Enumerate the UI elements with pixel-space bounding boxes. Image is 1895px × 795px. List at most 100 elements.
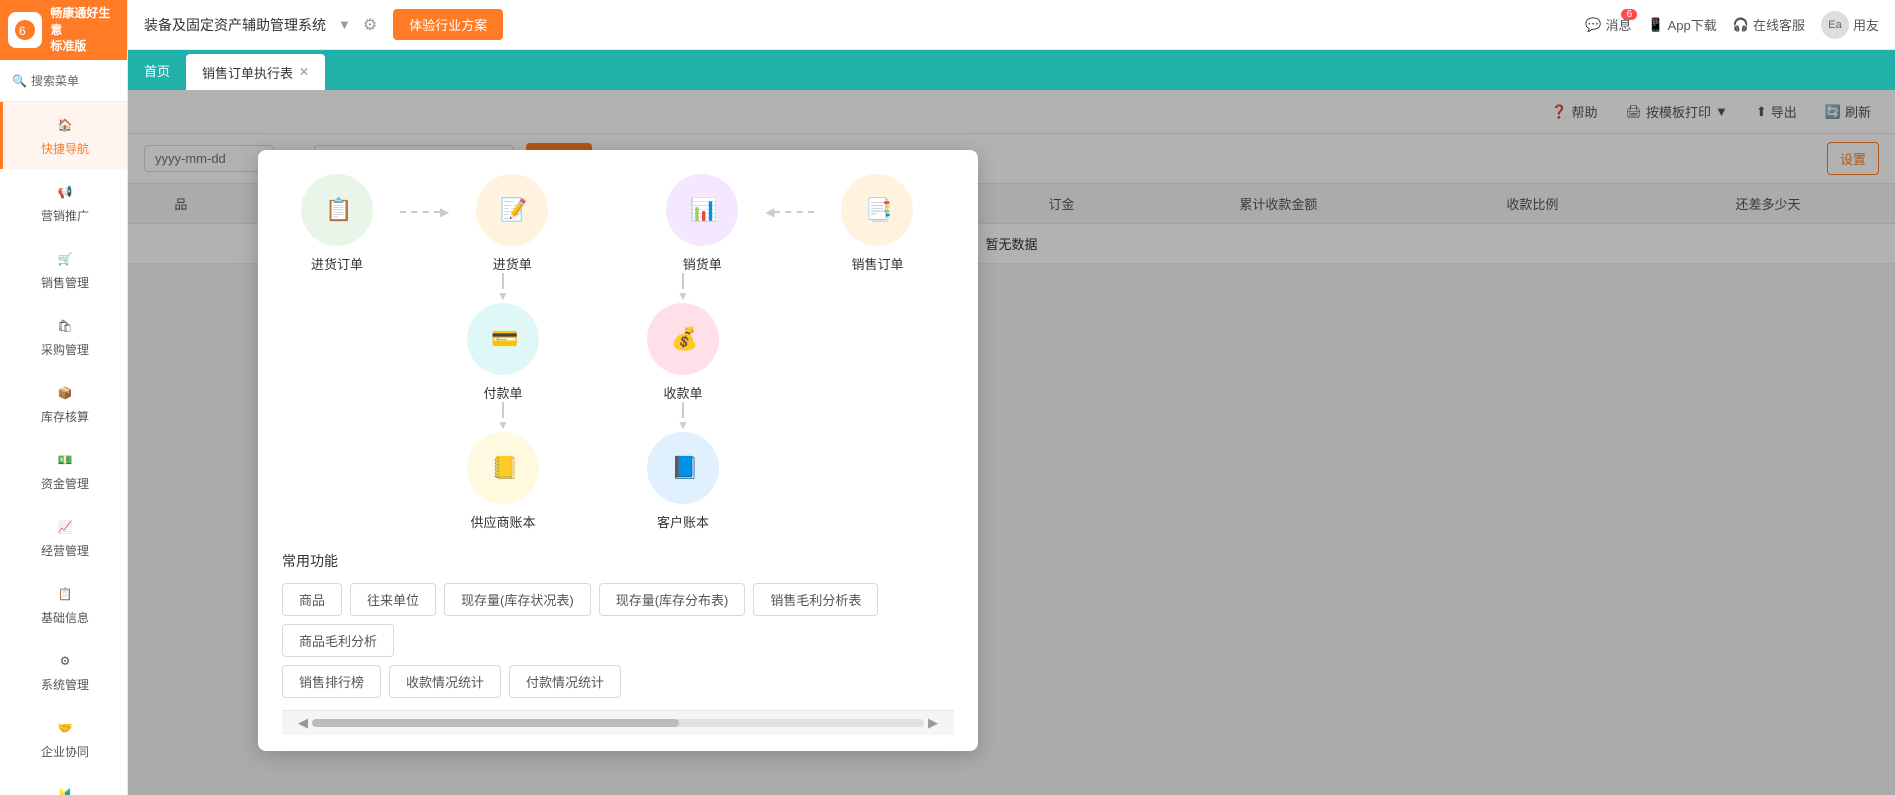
sidebar-item-purchase[interactable]: 🛍 采购管理 (0, 303, 127, 370)
purchase-order-icon: 📋 (301, 174, 373, 246)
headset-icon: 🎧 (1733, 17, 1749, 33)
flow-row-2: 💳 付款单 💰 收款单 (282, 303, 954, 402)
flow-node-receipt[interactable]: 💰 收款单 (628, 303, 738, 402)
flow-row-3: 📒 供应商账本 📘 客户账本 (282, 432, 954, 531)
flow-row-1: 📋 进货订单 ▶ 📝 (282, 174, 954, 273)
common-functions: 常用功能 商品 往来单位 现存量(库存状况表) 现存量(库存分布表) 销售毛利分… (282, 551, 954, 698)
func-btn-stock-status[interactable]: 现存量(库存状况表) (444, 583, 591, 616)
sidebar: 6 畅康通好生意 标准版 🔍 快捷导航 搜索菜单 🏠 快捷导航 📢 营销推广 (0, 0, 128, 795)
logo-icon: 6 (8, 12, 42, 48)
search-icon: 🔍 (12, 74, 27, 88)
logo-text: 畅康通好生意 标准版 (50, 5, 119, 55)
try-industry-button[interactable]: 体验行业方案 (393, 9, 503, 40)
svg-text:📑: 📑 (865, 197, 892, 222)
svg-text:📊: 📊 (690, 197, 717, 222)
settings-icon[interactable]: ⚙ (363, 15, 377, 35)
tab-close-icon[interactable]: ✕ (299, 65, 309, 79)
system-dropdown[interactable]: ▼ (338, 17, 351, 32)
sidebar-item-operations[interactable]: 📈 经营管理 (0, 504, 127, 571)
online-service-label: 在线客服 (1753, 15, 1805, 34)
message-item[interactable]: 💬 消息 6 (1585, 15, 1631, 34)
flow-node-sales-order[interactable]: 📑 销售订单 (822, 174, 932, 273)
down-arrow-sales: ▼ (628, 273, 738, 303)
func-btn-product[interactable]: 商品 (282, 583, 342, 616)
home-icon: 🏠 (54, 114, 76, 136)
down-arrow-receipt: ▼ (628, 402, 738, 432)
online-service-item[interactable]: 🎧 在线客服 (1733, 15, 1805, 34)
sidebar-item-finance[interactable]: 💵 资金管理 (0, 437, 127, 504)
sidebar-nav: 🏠 快捷导航 📢 营销推广 🛒 销售管理 🛍 采购管理 📦 库存核算 💵 (0, 102, 127, 795)
flow-node-customer-ledger[interactable]: 📘 客户账本 (628, 432, 738, 531)
svg-text:📒: 📒 (491, 455, 518, 480)
sidebar-item-basic-info[interactable]: 📋 基础信息 (0, 571, 127, 638)
customer-ledger-icon: 📘 (647, 432, 719, 504)
svg-text:💳: 💳 (491, 326, 518, 351)
app-download-item[interactable]: 📱 App下载 (1647, 15, 1716, 34)
purchase-icon-flow: 📝 (476, 174, 548, 246)
content-area: ❓ 帮助 🖨 按模板打印 ▼ ⬆ 导出 🔄 刷新 (128, 90, 1895, 795)
tabbar: 首页 销售订单执行表 ✕ (128, 50, 1895, 90)
supplier-ledger-icon: 📒 (467, 432, 539, 504)
system-icon: ⚙ (54, 650, 76, 672)
svg-text:💰: 💰 (671, 326, 698, 352)
message-icon: 💬 (1585, 17, 1601, 33)
flow-down-arrows: ▼ ▼ (282, 273, 954, 303)
sidebar-item-system[interactable]: ⚙ 系统管理 (0, 638, 127, 705)
user-name: 用友 (1853, 15, 1879, 34)
app-download-label: App下载 (1668, 15, 1717, 34)
flow-node-sales[interactable]: 📊 销货单 (647, 174, 757, 273)
flow-node-purchase[interactable]: 📝 进货单 (457, 174, 567, 273)
sales-order-icon-flow: 📑 (841, 174, 913, 246)
scroll-left-arrow[interactable]: ◀ (294, 715, 312, 731)
sidebar-search[interactable]: 🔍 快捷导航 搜索菜单 (0, 60, 127, 102)
sidebar-item-inventory[interactable]: 📦 库存核算 (0, 370, 127, 437)
down-arrow-payment: ▼ (448, 402, 558, 432)
func-buttons: 商品 往来单位 现存量(库存状况表) 现存量(库存分布表) 销售毛利分析表 商品… (282, 583, 954, 657)
sidebar-item-guide[interactable]: 🔰 新手引导 (0, 772, 127, 795)
func-btn-receipt-stats[interactable]: 收款情况统计 (389, 665, 501, 698)
func-btn-stock-dist[interactable]: 现存量(库存分布表) (599, 583, 746, 616)
guide-icon: 🔰 (54, 784, 76, 795)
tab-sales-order[interactable]: 销售订单执行表 ✕ (186, 54, 325, 90)
func-btn-payment-stats[interactable]: 付款情况统计 (509, 665, 621, 698)
func-btn-product-gross[interactable]: 商品毛利分析 (282, 624, 394, 657)
sidebar-logo: 6 畅康通好生意 标准版 (0, 0, 127, 60)
svg-text:📋: 📋 (325, 197, 352, 222)
scrollbar-track[interactable] (312, 719, 924, 727)
payment-icon-flow: 💳 (467, 303, 539, 375)
tab-home[interactable]: 首页 (128, 50, 186, 90)
sidebar-item-marketing[interactable]: 📢 营销推广 (0, 169, 127, 236)
func-btn-contacts[interactable]: 往来单位 (350, 583, 436, 616)
sidebar-item-sales[interactable]: 🛒 销售管理 (0, 236, 127, 303)
svg-text:📝: 📝 (500, 197, 527, 222)
inventory-icon: 📦 (54, 382, 76, 404)
user-item[interactable]: Ea 用友 (1821, 11, 1879, 39)
sales-icon-flow: 📊 (666, 174, 738, 246)
arrow-left-1: ◀ (757, 205, 822, 243)
operations-icon: 📈 (54, 516, 76, 538)
flow-node-purchase-order[interactable]: 📋 进货订单 (282, 174, 392, 273)
sales-icon: 🛒 (54, 248, 76, 270)
func-btn-sales-rank[interactable]: 销售排行榜 (282, 665, 381, 698)
scroll-right-arrow[interactable]: ▶ (924, 715, 942, 731)
down-arrow-purchase: ▼ (448, 273, 558, 303)
flow-chart: 📋 进货订单 ▶ 📝 (282, 174, 954, 547)
scrollbar-thumb[interactable] (312, 719, 679, 727)
message-badge: 6 (1621, 9, 1637, 20)
marketing-icon: 📢 (54, 181, 76, 203)
search-menu-button[interactable]: 🔍 快捷导航 搜索菜单 (8, 68, 119, 93)
sidebar-item-collab[interactable]: 🤝 企业协同 (0, 705, 127, 772)
topbar-right: 💬 消息 6 📱 App下载 🎧 在线客服 Ea 用友 (1585, 11, 1879, 39)
arrow-right-1: ▶ (392, 205, 457, 243)
flow-node-payment[interactable]: 💳 付款单 (448, 303, 558, 402)
func-buttons-row2: 销售排行榜 收款情况统计 付款情况统计 (282, 665, 954, 698)
flow-node-supplier-ledger[interactable]: 📒 供应商账本 (448, 432, 558, 531)
sidebar-item-quicknav[interactable]: 🏠 快捷导航 (0, 102, 127, 169)
svg-text:6: 6 (19, 24, 26, 38)
main-area: 装备及固定资产辅助管理系统 ▼ ⚙ 体验行业方案 💬 消息 6 📱 App下载 … (128, 0, 1895, 795)
receipt-icon-flow: 💰 (647, 303, 719, 375)
app-download-icon: 📱 (1647, 17, 1663, 33)
flow-down-arrows-2: ▼ ▼ (282, 402, 954, 432)
sales-order-tab-label: 销售订单执行表 (202, 63, 293, 82)
func-btn-sales-gross[interactable]: 销售毛利分析表 (753, 583, 878, 616)
